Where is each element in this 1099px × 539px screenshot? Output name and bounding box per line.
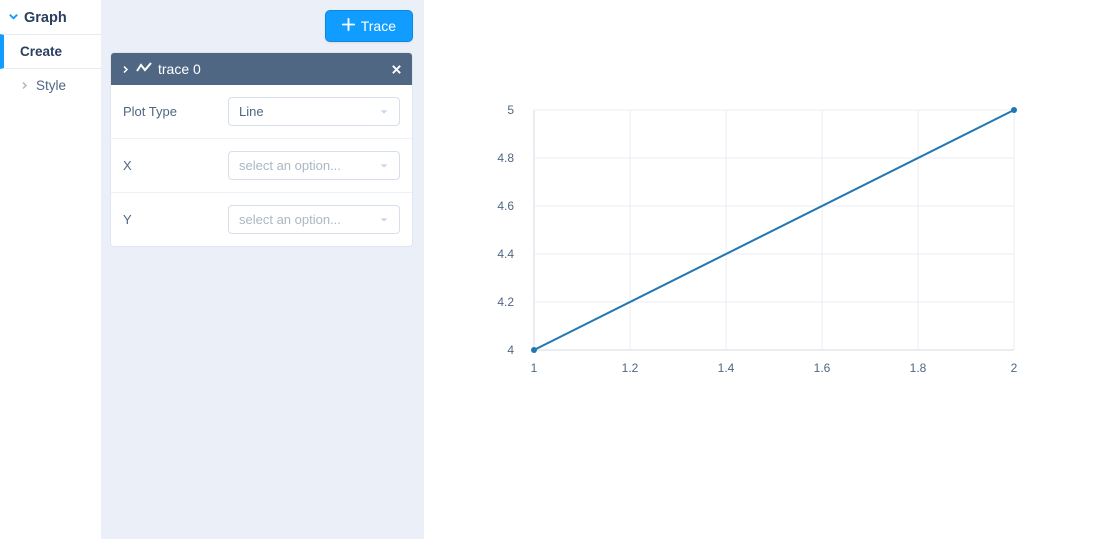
x-tick-label: 1.6 [814,361,831,375]
caret-down-icon [379,107,389,117]
sidebar-item-style-label: Style [36,78,66,93]
x-tick-label: 1.4 [718,361,735,375]
x-tick-label: 2 [1011,361,1018,375]
y-tick-label: 4.6 [497,199,514,213]
y-tick-label: 4.4 [497,247,514,261]
y-select[interactable]: select an option... [228,205,400,234]
caret-down-icon [379,161,389,171]
y-tick-label: 4.2 [497,295,514,309]
line-chart: 1 1.2 1.4 1.6 1.8 2 4 4.2 4.4 4.6 4.8 5 [424,0,1099,539]
field-y: Y select an option... [111,192,412,246]
chevron-right-icon [121,61,130,77]
x-tick-label: 1.8 [910,361,927,375]
series-point [1011,107,1017,113]
x-tick-label: 1 [531,361,538,375]
graph-section-label: Graph [24,10,67,26]
series-point [531,347,537,353]
field-plot-type: Plot Type Line [111,85,412,138]
x-label: X [123,158,228,173]
add-trace-button-label: Trace [361,18,396,34]
y-tick-label: 4.8 [497,151,514,165]
x-tick-label: 1.2 [622,361,639,375]
sidebar-item-create[interactable]: Create [0,34,101,69]
x-select[interactable]: select an option... [228,151,400,180]
trace-header[interactable]: trace 0 [111,53,412,85]
series-line [534,110,1014,350]
config-panel: Trace trace 0 Plot Type [102,0,424,539]
chevron-down-icon [8,10,24,26]
chart-area[interactable]: 1 1.2 1.4 1.6 1.8 2 4 4.2 4.4 4.6 4.8 5 [424,0,1099,539]
chevron-right-icon [20,81,32,90]
y-placeholder: select an option... [239,212,341,227]
caret-down-icon [379,215,389,225]
trace-title: trace 0 [158,61,201,77]
sidebar-nav: Graph Create Style [0,0,102,539]
close-icon[interactable] [391,64,402,75]
x-placeholder: select an option... [239,158,341,173]
plot-type-select[interactable]: Line [228,97,400,126]
sidebar-item-style[interactable]: Style [0,69,101,102]
y-tick-label: 5 [507,103,514,117]
field-x: X select an option... [111,138,412,192]
add-trace-button[interactable]: Trace [325,10,413,42]
plus-icon [342,18,361,34]
plot-type-label: Plot Type [123,104,228,119]
y-label: Y [123,212,228,227]
plot-type-value: Line [239,104,264,119]
trace-card: trace 0 Plot Type Line X select an [110,52,413,247]
y-tick-label: 4 [507,343,514,357]
graph-section-toggle[interactable]: Graph [0,0,101,34]
sidebar-item-create-label: Create [20,44,62,59]
line-chart-icon [136,61,152,77]
